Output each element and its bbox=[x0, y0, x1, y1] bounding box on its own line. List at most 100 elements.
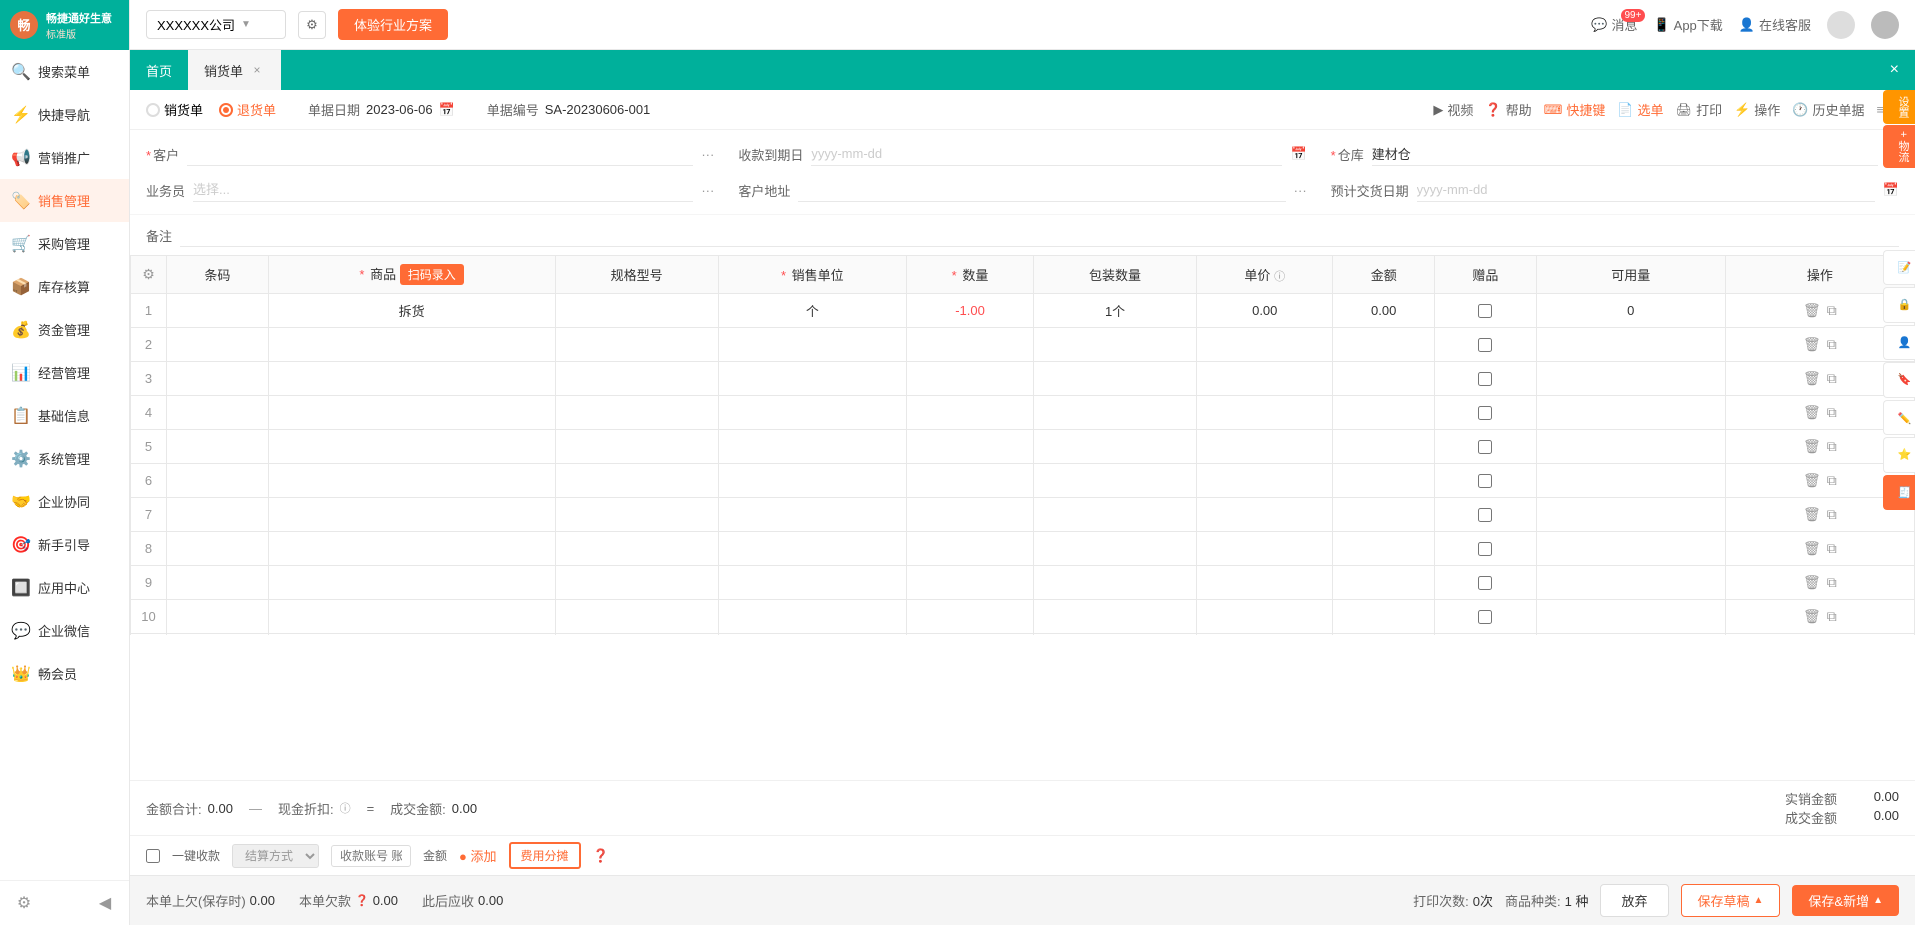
side-panel-btn-4[interactable]: 🔖 bbox=[1883, 362, 1915, 397]
customer-address-input[interactable] bbox=[798, 178, 1285, 202]
one-click-checkbox[interactable] bbox=[146, 849, 160, 863]
side-panel-btn-active[interactable]: 🧾 bbox=[1883, 475, 1915, 510]
side-panel-btn-1[interactable]: 📝 bbox=[1883, 250, 1915, 285]
logistics-side-button[interactable]: + 物流 bbox=[1883, 125, 1915, 168]
sidebar-item-system[interactable]: ⚙️ 系统管理 bbox=[0, 437, 129, 480]
row6-gift-checkbox[interactable] bbox=[1478, 474, 1492, 488]
fee-split-button[interactable]: 费用分摊 bbox=[509, 842, 581, 869]
row6-delete-icon[interactable]: 🗑 bbox=[1803, 472, 1821, 489]
row1-amount[interactable]: 0.00 bbox=[1333, 294, 1435, 328]
company-selector[interactable]: XXXXXX公司 ▼ bbox=[146, 10, 286, 39]
row5-copy-icon[interactable]: ⧉ bbox=[1827, 438, 1837, 455]
row2-copy-icon[interactable]: ⧉ bbox=[1827, 336, 1837, 353]
row1-copy-icon[interactable]: ⧉ bbox=[1827, 302, 1837, 319]
row2-delete-icon[interactable]: 🗑 bbox=[1803, 336, 1821, 353]
print-button[interactable]: 🖨 打印 bbox=[1676, 100, 1723, 119]
price-info-icon[interactable]: ⓘ bbox=[1274, 271, 1285, 283]
row4-delete-icon[interactable]: 🗑 bbox=[1803, 404, 1821, 421]
side-panel-btn-5[interactable]: ✏️ bbox=[1883, 400, 1915, 435]
row7-delete-icon[interactable]: 🗑 bbox=[1803, 506, 1821, 523]
side-panel-btn-3[interactable]: 👤 bbox=[1883, 325, 1915, 360]
row1-product[interactable]: 拆货 bbox=[268, 294, 555, 328]
tab-close-icon[interactable]: × bbox=[249, 62, 265, 78]
operation-button[interactable]: ⚡ 操作 bbox=[1734, 100, 1780, 119]
setup-side-button[interactable]: 设置 bbox=[1883, 90, 1915, 124]
sidebar-item-purchase[interactable]: 🛒 采购管理 bbox=[0, 222, 129, 265]
arrears-help-icon[interactable]: ❓ bbox=[355, 894, 369, 907]
message-button[interactable]: 💬 消息 99+ bbox=[1591, 15, 1637, 34]
cash-discount-info-icon[interactable]: ⓘ bbox=[340, 800, 351, 816]
row8-gift-checkbox[interactable] bbox=[1478, 542, 1492, 556]
gear-button[interactable]: ⚙ bbox=[298, 11, 326, 39]
sidebar-item-enterprise[interactable]: 🤝 企业协同 bbox=[0, 480, 129, 523]
row1-quantity[interactable]: -1.00 bbox=[907, 294, 1034, 328]
table-settings-icon[interactable]: ⚙ bbox=[142, 266, 155, 282]
history-button[interactable]: 🕐 历史单据 bbox=[1792, 100, 1864, 119]
video-button[interactable]: ▶ 视频 bbox=[1433, 100, 1473, 119]
save-new-button[interactable]: 保存&新增 ▲ bbox=[1792, 885, 1899, 916]
radio-return-order[interactable]: 退货单 bbox=[219, 100, 276, 119]
abandon-button[interactable]: 放弃 bbox=[1600, 884, 1668, 917]
row4-gift-checkbox[interactable] bbox=[1478, 406, 1492, 420]
row2-gift-checkbox[interactable] bbox=[1478, 338, 1492, 352]
warehouse-input[interactable] bbox=[1372, 142, 1878, 166]
collapse-icon[interactable]: ◀ bbox=[93, 891, 117, 915]
sidebar-item-inventory[interactable]: 📦 库存核算 bbox=[0, 265, 129, 308]
customer-address-dots[interactable]: ··· bbox=[1294, 183, 1307, 198]
sidebar-item-finance[interactable]: 💰 资金管理 bbox=[0, 308, 129, 351]
row3-gift-checkbox[interactable] bbox=[1478, 372, 1492, 386]
sidebar-item-marketing[interactable]: 📢 营销推广 bbox=[0, 136, 129, 179]
row1-pack-qty[interactable]: 1个 bbox=[1033, 294, 1196, 328]
tab-home[interactable]: 首页 bbox=[130, 50, 188, 90]
due-date-input[interactable] bbox=[811, 142, 1282, 166]
sidebar-item-search[interactable]: 🔍 搜索菜单 bbox=[0, 50, 129, 93]
fee-help-icon[interactable]: ❓ bbox=[593, 848, 609, 864]
sidebar-item-vip[interactable]: 👑 畅会员 bbox=[0, 652, 129, 695]
row1-gift-checkbox[interactable] bbox=[1478, 304, 1492, 318]
row1-unit[interactable]: 个 bbox=[718, 294, 906, 328]
row1-price[interactable]: 0.00 bbox=[1197, 294, 1333, 328]
row4-copy-icon[interactable]: ⧉ bbox=[1827, 404, 1837, 421]
row6-copy-icon[interactable]: ⧉ bbox=[1827, 472, 1837, 489]
save-draft-button[interactable]: 保存草稿 ▲ bbox=[1681, 884, 1781, 917]
row10-copy-icon[interactable]: ⧉ bbox=[1827, 608, 1837, 625]
tab-sales-order[interactable]: 销货单 × bbox=[188, 50, 281, 90]
salesman-dots[interactable]: ··· bbox=[701, 183, 714, 198]
scan-button[interactable]: 扫码录入 bbox=[400, 264, 464, 285]
row5-gift-checkbox[interactable] bbox=[1478, 440, 1492, 454]
sidebar-item-operations[interactable]: 📊 经营管理 bbox=[0, 351, 129, 394]
row10-delete-icon[interactable]: 🗑 bbox=[1803, 608, 1821, 625]
row9-copy-icon[interactable]: ⧉ bbox=[1827, 574, 1837, 591]
due-date-calendar-icon[interactable]: 📅 bbox=[1290, 146, 1306, 162]
choose-button[interactable]: 📄 选单 bbox=[1617, 100, 1663, 119]
remark-input[interactable] bbox=[180, 223, 1899, 247]
sidebar-item-basic-info[interactable]: 📋 基础信息 bbox=[0, 394, 129, 437]
row7-copy-icon[interactable]: ⧉ bbox=[1827, 506, 1837, 523]
user-avatar2[interactable] bbox=[1871, 11, 1899, 39]
tab-bar-close-icon[interactable]: × bbox=[1874, 61, 1915, 79]
add-payment-button[interactable]: ● 添加 bbox=[459, 846, 496, 865]
app-download-button[interactable]: 📱 App下载 bbox=[1653, 15, 1722, 34]
side-panel-btn-6[interactable]: ⭐ bbox=[1883, 437, 1915, 472]
row1-spec[interactable] bbox=[555, 294, 718, 328]
sidebar-item-sales[interactable]: 🏷️ 销售管理 bbox=[0, 179, 129, 222]
row3-copy-icon[interactable]: ⧉ bbox=[1827, 370, 1837, 387]
date-calendar-icon[interactable]: 📅 bbox=[439, 102, 455, 118]
shortcut-button[interactable]: ⌨ 快捷键 bbox=[1544, 100, 1606, 119]
row7-gift-checkbox[interactable] bbox=[1478, 508, 1492, 522]
expected-delivery-input[interactable] bbox=[1417, 178, 1875, 202]
payment-account-input[interactable] bbox=[331, 845, 411, 867]
sidebar-item-app-center[interactable]: 🔲 应用中心 bbox=[0, 566, 129, 609]
trial-button[interactable]: 体验行业方案 bbox=[338, 9, 448, 40]
sidebar-item-guide[interactable]: 🎯 新手引导 bbox=[0, 523, 129, 566]
row1-delete-icon[interactable]: 🗑 bbox=[1803, 302, 1821, 319]
help-button[interactable]: ❓ 帮助 bbox=[1485, 100, 1531, 119]
row1-gift[interactable] bbox=[1435, 294, 1537, 328]
side-panel-btn-2[interactable]: 🔒 bbox=[1883, 287, 1915, 322]
row9-gift-checkbox[interactable] bbox=[1478, 576, 1492, 590]
settings-bottom-icon[interactable]: ⚙ bbox=[12, 891, 36, 915]
customer-input[interactable] bbox=[187, 142, 693, 166]
user-avatar[interactable] bbox=[1827, 11, 1855, 39]
row10-gift-checkbox[interactable] bbox=[1478, 610, 1492, 624]
online-service-button[interactable]: 👤 在线客服 bbox=[1739, 15, 1811, 34]
